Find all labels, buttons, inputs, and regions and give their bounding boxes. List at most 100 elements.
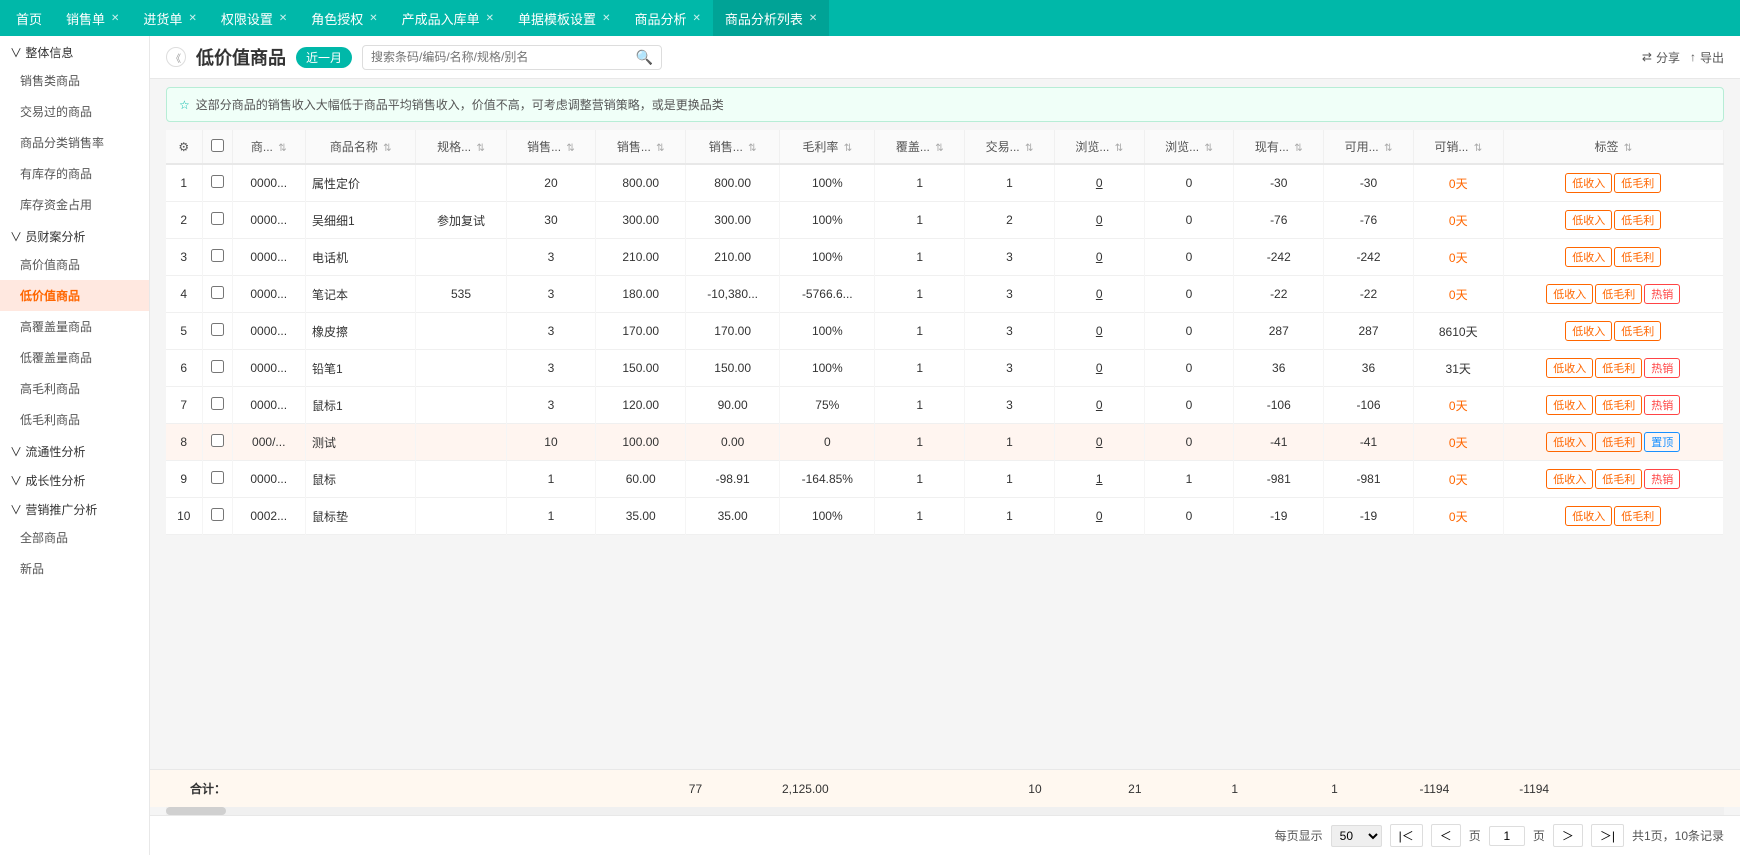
nav-sales-close[interactable]: ✕ [111, 13, 119, 24]
sidebar-item-all-goods[interactable]: 全部商品 [0, 522, 149, 553]
nav-analysis[interactable]: 商品分析 ✕ [622, 0, 712, 36]
cell-browse1[interactable]: 0 [1054, 387, 1144, 424]
browse1-link[interactable]: 0 [1096, 213, 1103, 227]
collapse-sidebar-button[interactable]: 《 [166, 47, 186, 67]
export-button[interactable]: ↑ 导出 [1690, 49, 1724, 66]
row-checkbox[interactable] [211, 175, 224, 188]
nav-analysis-list-close[interactable]: ✕ [809, 13, 817, 24]
sidebar-item-category-rate[interactable]: 商品分类销售率 [0, 127, 149, 158]
browse1-link[interactable]: 0 [1096, 250, 1103, 264]
cell-browse1[interactable]: 0 [1054, 424, 1144, 461]
th-code[interactable]: 商... ⇅ [232, 130, 305, 164]
per-page-select[interactable]: 50 100 200 [1331, 825, 1382, 847]
nav-role[interactable]: 角色授权 ✕ [299, 0, 389, 36]
th-browse1[interactable]: 浏览... ⇅ [1054, 130, 1144, 164]
th-checkbox[interactable] [202, 130, 232, 164]
th-saleable[interactable]: 可销... ⇅ [1413, 130, 1503, 164]
nav-inventory-close[interactable]: ✕ [486, 13, 494, 24]
row-checkbox[interactable] [211, 397, 224, 410]
cell-browse1[interactable]: 0 [1054, 239, 1144, 276]
sidebar-item-traded[interactable]: 交易过的商品 [0, 96, 149, 127]
next-page-button[interactable]: ＞ [1553, 824, 1583, 847]
sidebar-item-high-value[interactable]: 高价值商品 [0, 249, 149, 280]
sidebar-group-flow[interactable]: ∨ 流通性分析 [0, 435, 149, 464]
th-spec[interactable]: 规格... ⇅ [416, 130, 506, 164]
cell-checkbox[interactable] [202, 350, 232, 387]
sidebar-group-overall[interactable]: ∨ 整体信息 [0, 36, 149, 65]
browse1-link[interactable]: 0 [1096, 176, 1103, 190]
cell-checkbox[interactable] [202, 239, 232, 276]
browse1-link[interactable]: 0 [1096, 361, 1103, 375]
nav-purchase-close[interactable]: ✕ [188, 13, 196, 24]
cell-checkbox[interactable] [202, 276, 232, 313]
row-checkbox[interactable] [211, 286, 224, 299]
first-page-button[interactable]: |＜ [1390, 824, 1423, 847]
sidebar-group-marketing[interactable]: ∨ 营销推广分析 [0, 493, 149, 522]
sidebar-item-in-stock[interactable]: 有库存的商品 [0, 158, 149, 189]
row-checkbox[interactable] [211, 249, 224, 262]
th-trade[interactable]: 交易... ⇅ [965, 130, 1055, 164]
sidebar-item-high-coverage[interactable]: 高覆盖量商品 [0, 311, 149, 342]
th-margin[interactable]: 毛利率 ⇅ [780, 130, 875, 164]
th-sale3[interactable]: 销售... ⇅ [686, 130, 780, 164]
nav-template-close[interactable]: ✕ [602, 13, 610, 24]
nav-template[interactable]: 单据模板设置 ✕ [506, 0, 622, 36]
filter-tag-month[interactable]: 近一月 [296, 47, 352, 68]
browse1-link[interactable]: 0 [1096, 324, 1103, 338]
sidebar-group-growth[interactable]: ∨ 成长性分析 [0, 464, 149, 493]
row-checkbox[interactable] [211, 508, 224, 521]
scrollbar-thumb[interactable] [166, 807, 226, 815]
nav-role-close[interactable]: ✕ [369, 13, 377, 24]
cell-checkbox[interactable] [202, 461, 232, 498]
select-all-checkbox[interactable] [211, 139, 224, 152]
cell-browse1[interactable]: 0 [1054, 202, 1144, 239]
row-checkbox[interactable] [211, 434, 224, 447]
cell-browse1[interactable]: 0 [1054, 498, 1144, 535]
nav-analysis-list[interactable]: 商品分析列表 ✕ [713, 0, 829, 36]
sidebar-item-low-value[interactable]: 低价值商品 [0, 280, 149, 311]
nav-analysis-close[interactable]: ✕ [692, 13, 700, 24]
th-available[interactable]: 可用... ⇅ [1324, 130, 1414, 164]
cell-browse1[interactable]: 0 [1054, 313, 1144, 350]
sidebar-item-sales-goods[interactable]: 销售类商品 [0, 65, 149, 96]
nav-sales[interactable]: 销售单 ✕ [54, 0, 131, 36]
cell-checkbox[interactable] [202, 202, 232, 239]
search-input[interactable] [371, 50, 630, 64]
nav-permission-close[interactable]: ✕ [279, 13, 287, 24]
th-current[interactable]: 现有... ⇅ [1234, 130, 1324, 164]
sidebar-item-new-goods[interactable]: 新品 [0, 553, 149, 584]
th-cover[interactable]: 覆盖... ⇅ [875, 130, 965, 164]
horizontal-scrollbar[interactable] [166, 807, 1724, 815]
th-tags[interactable]: 标签 ⇅ [1503, 130, 1723, 164]
last-page-button[interactable]: ＞| [1591, 824, 1624, 847]
nav-permission[interactable]: 权限设置 ✕ [209, 0, 299, 36]
sidebar-item-high-margin[interactable]: 高毛利商品 [0, 373, 149, 404]
cell-checkbox[interactable] [202, 498, 232, 535]
browse1-link[interactable]: 1 [1096, 472, 1103, 486]
sidebar-group-financial[interactable]: ∨ 员财案分析 [0, 220, 149, 249]
th-settings[interactable]: ⚙ [166, 130, 202, 164]
cell-checkbox[interactable] [202, 424, 232, 461]
browse1-link[interactable]: 0 [1096, 398, 1103, 412]
cell-browse1[interactable]: 1 [1054, 461, 1144, 498]
th-sale2[interactable]: 销售... ⇅ [596, 130, 686, 164]
sidebar-item-low-coverage[interactable]: 低覆盖量商品 [0, 342, 149, 373]
th-browse2[interactable]: 浏览... ⇅ [1144, 130, 1234, 164]
sidebar-item-low-margin[interactable]: 低毛利商品 [0, 404, 149, 435]
sidebar-item-inventory-capital[interactable]: 库存资金占用 [0, 189, 149, 220]
nav-home[interactable]: 首页 [4, 0, 54, 36]
browse1-link[interactable]: 0 [1096, 287, 1103, 301]
cell-browse1[interactable]: 0 [1054, 276, 1144, 313]
row-checkbox[interactable] [211, 471, 224, 484]
nav-purchase[interactable]: 进货单 ✕ [131, 0, 208, 36]
row-checkbox[interactable] [211, 323, 224, 336]
share-button[interactable]: ⇄ 分享 [1642, 49, 1680, 66]
browse1-link[interactable]: 0 [1096, 435, 1103, 449]
nav-inventory[interactable]: 产成品入库单 ✕ [390, 0, 506, 36]
search-icon[interactable]: 🔍 [636, 49, 653, 66]
cell-browse1[interactable]: 0 [1054, 350, 1144, 387]
browse1-link[interactable]: 0 [1096, 509, 1103, 523]
row-checkbox[interactable] [211, 360, 224, 373]
cell-browse1[interactable]: 0 [1054, 164, 1144, 202]
th-sale1[interactable]: 销售... ⇅ [506, 130, 596, 164]
